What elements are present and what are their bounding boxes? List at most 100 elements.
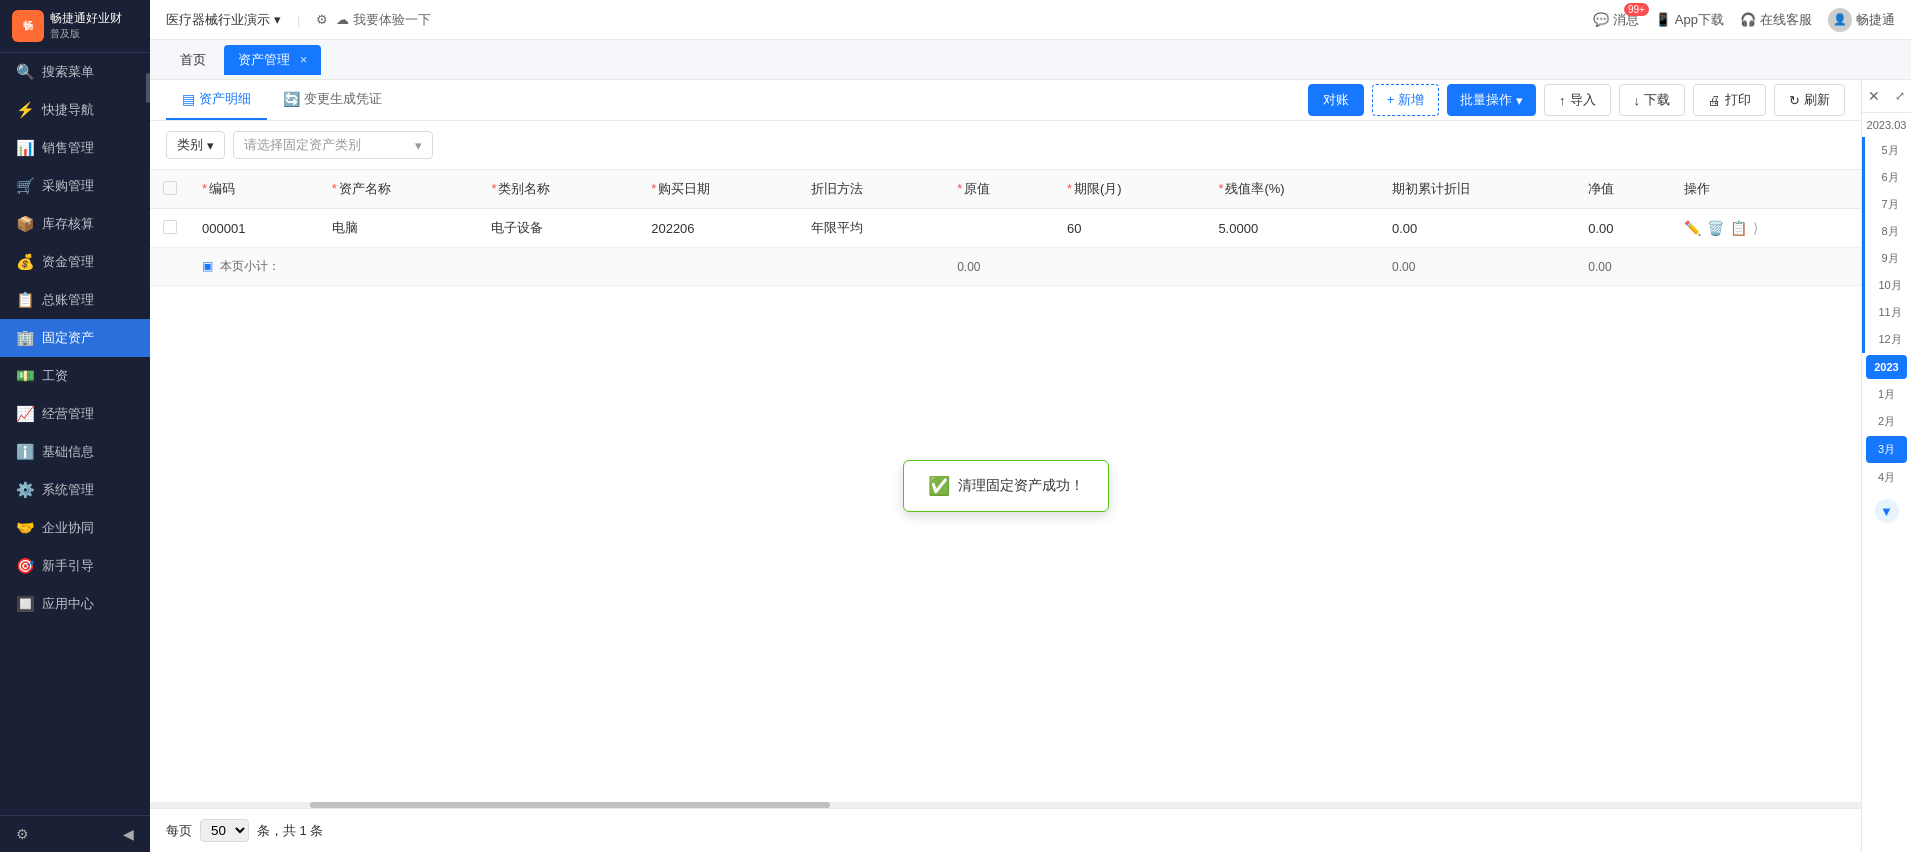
edit-icon[interactable]: ✏️: [1684, 220, 1701, 236]
sidebar-item-salary[interactable]: 💵 工资: [0, 357, 150, 395]
topbar-right: 💬 消息 99+ 📱 App下载 🎧 在线客服 👤 畅捷通: [1593, 8, 1895, 32]
table-body: 000001 电脑 电子设备 202206 年限平均 60 5.0000 0.0…: [150, 209, 1861, 286]
tab-asset-detail[interactable]: ▤ 资产明细: [166, 80, 267, 120]
month-2[interactable]: 2月: [1862, 408, 1911, 435]
right-panel-close-button[interactable]: ✕: [1868, 88, 1880, 104]
sidebar-item-label: 工资: [42, 367, 68, 385]
sidebar-bottom: ⚙ ◀: [0, 815, 150, 852]
download-label: 下载: [1644, 91, 1670, 109]
row-checkbox[interactable]: [163, 220, 177, 234]
refresh-button[interactable]: ↻ 刷新: [1774, 84, 1845, 116]
th-code: *编码: [190, 170, 320, 209]
new-button[interactable]: + 新增: [1372, 84, 1439, 116]
month-6[interactable]: 6月: [1869, 164, 1911, 191]
year-2023-badge[interactable]: 2023: [1866, 355, 1907, 379]
category-select[interactable]: 请选择固定资产类别 ▾: [233, 131, 433, 159]
collab-icon: 🤝: [16, 519, 34, 537]
tab-close-icon[interactable]: ×: [300, 52, 308, 67]
app-download-button[interactable]: 📱 App下载: [1655, 11, 1724, 29]
sidebar-item-label: 企业协同: [42, 519, 94, 537]
content-wrapper: ▤ 资产明细 🔄 变更生成凭证 对账 + 新增: [150, 80, 1861, 852]
toast-check-icon: ✅: [928, 475, 950, 497]
month-11[interactable]: 11月: [1869, 299, 1911, 326]
sidebar-item-search[interactable]: 🔍 搜索菜单: [0, 53, 150, 91]
tab-asset-management[interactable]: 资产管理 ×: [224, 45, 321, 75]
message-icon: 💬: [1593, 12, 1609, 27]
sidebar-item-finance[interactable]: 💰 资金管理: [0, 243, 150, 281]
month-10[interactable]: 10月: [1869, 272, 1911, 299]
delete-icon[interactable]: 🗑️: [1707, 220, 1724, 236]
th-purchase-date: *购买日期: [639, 170, 799, 209]
collapse-icon[interactable]: ◀: [123, 826, 134, 842]
cell-accumulated-depreciation: 0.00: [1380, 209, 1576, 248]
sidebar-item-label: 应用中心: [42, 595, 94, 613]
sales-icon: 📊: [16, 139, 34, 157]
feedback-text: 我要体验一下: [353, 11, 431, 29]
batch-operations-button[interactable]: 批量操作 ▾: [1447, 84, 1536, 116]
subtotal-net: 0.00: [1576, 248, 1672, 286]
sidebar-item-operations[interactable]: 📈 经营管理: [0, 395, 150, 433]
right-panel-expand-button[interactable]: ⤢: [1895, 89, 1905, 103]
reconcile-label: 对账: [1323, 91, 1349, 109]
month-4[interactable]: 4月: [1862, 464, 1911, 491]
month-9[interactable]: 9月: [1869, 245, 1911, 272]
category-type-filter[interactable]: 类别 ▾: [166, 131, 225, 159]
finance-icon: 💰: [16, 253, 34, 271]
online-service-button[interactable]: 🎧 在线客服: [1740, 11, 1812, 29]
month-1[interactable]: 1月: [1862, 381, 1911, 408]
logo-icon: 畅: [12, 10, 44, 42]
month-5[interactable]: 5月: [1869, 137, 1911, 164]
copy-icon[interactable]: 📋: [1730, 220, 1747, 236]
feedback-button[interactable]: ☁ 我要体验一下: [336, 11, 431, 29]
sidebar-item-guide[interactable]: 🎯 新手引导: [0, 547, 150, 585]
print-icon: 🖨: [1708, 93, 1721, 108]
company-dropdown-icon: ▾: [274, 12, 281, 27]
download-button[interactable]: ↓ 下载: [1619, 84, 1686, 116]
sidebar-item-inventory[interactable]: 📦 库存核算: [0, 205, 150, 243]
print-label: 打印: [1725, 91, 1751, 109]
sidebar-item-basic-info[interactable]: ℹ️ 基础信息: [0, 433, 150, 471]
row-checkbox-cell[interactable]: [150, 209, 190, 248]
sidebar-item-quicknav[interactable]: ⚡ 快捷导航: [0, 91, 150, 129]
message-button[interactable]: 💬 消息 99+: [1593, 11, 1639, 29]
asset-tab-label: 资产管理: [238, 52, 290, 67]
sidebar-item-label: 固定资产: [42, 329, 94, 347]
cell-actions: ✏️ 🗑️ 📋 ⟩: [1672, 209, 1861, 248]
company-selector[interactable]: 医疗器械行业演示 ▾: [166, 11, 281, 29]
operations-icon: 📈: [16, 405, 34, 423]
apps-icon: 🔲: [16, 595, 34, 613]
settings-icon[interactable]: ⚙: [16, 826, 29, 842]
expand-panel-icon[interactable]: ▼: [1875, 499, 1899, 523]
subtotal-accumulated: 0.00: [1380, 248, 1576, 286]
select-all-checkbox[interactable]: [163, 181, 177, 195]
purchase-icon: 🛒: [16, 177, 34, 195]
asset-detail-label: 资产明细: [199, 90, 251, 108]
cell-category: 电子设备: [479, 209, 639, 248]
sidebar-item-sales[interactable]: 📊 销售管理: [0, 129, 150, 167]
fixed-assets-icon: 🏢: [16, 329, 34, 347]
month-3-current[interactable]: 3月: [1866, 436, 1907, 463]
sidebar-item-purchase[interactable]: 🛒 采购管理: [0, 167, 150, 205]
sidebar-item-system[interactable]: ⚙️ 系统管理: [0, 471, 150, 509]
user-profile[interactable]: 👤 畅捷通: [1828, 8, 1895, 32]
sidebar-item-collab[interactable]: 🤝 企业协同: [0, 509, 150, 547]
reconcile-button[interactable]: 对账: [1308, 84, 1364, 116]
th-checkbox[interactable]: [150, 170, 190, 209]
more-icon[interactable]: ⟩: [1753, 220, 1758, 236]
sidebar-item-apps[interactable]: 🔲 应用中心: [0, 585, 150, 623]
tab-change-voucher[interactable]: 🔄 变更生成凭证: [267, 80, 398, 120]
sidebar-item-fixed-assets[interactable]: 🏢 固定资产: [0, 319, 150, 357]
sidebar-item-ledger[interactable]: 📋 总账管理: [0, 281, 150, 319]
tab-home[interactable]: 首页: [166, 45, 220, 75]
month-8[interactable]: 8月: [1869, 218, 1911, 245]
scroll-thumb[interactable]: [310, 802, 830, 808]
print-button[interactable]: 🖨 打印: [1693, 84, 1766, 116]
month-7[interactable]: 7月: [1869, 191, 1911, 218]
table-row: 000001 电脑 电子设备 202206 年限平均 60 5.0000 0.0…: [150, 209, 1861, 248]
import-button[interactable]: ↑ 导入: [1544, 84, 1611, 116]
scroll-indicator[interactable]: [150, 802, 1861, 808]
sidebar-nav: 🔍 搜索菜单 ⚡ 快捷导航 📊 销售管理 🛒 采购管理 📦 库存核算 💰 资金管…: [0, 53, 150, 815]
per-page-select[interactable]: 50: [200, 819, 249, 842]
settings-button[interactable]: ⚙: [316, 12, 328, 27]
month-12[interactable]: 12月: [1869, 326, 1911, 353]
